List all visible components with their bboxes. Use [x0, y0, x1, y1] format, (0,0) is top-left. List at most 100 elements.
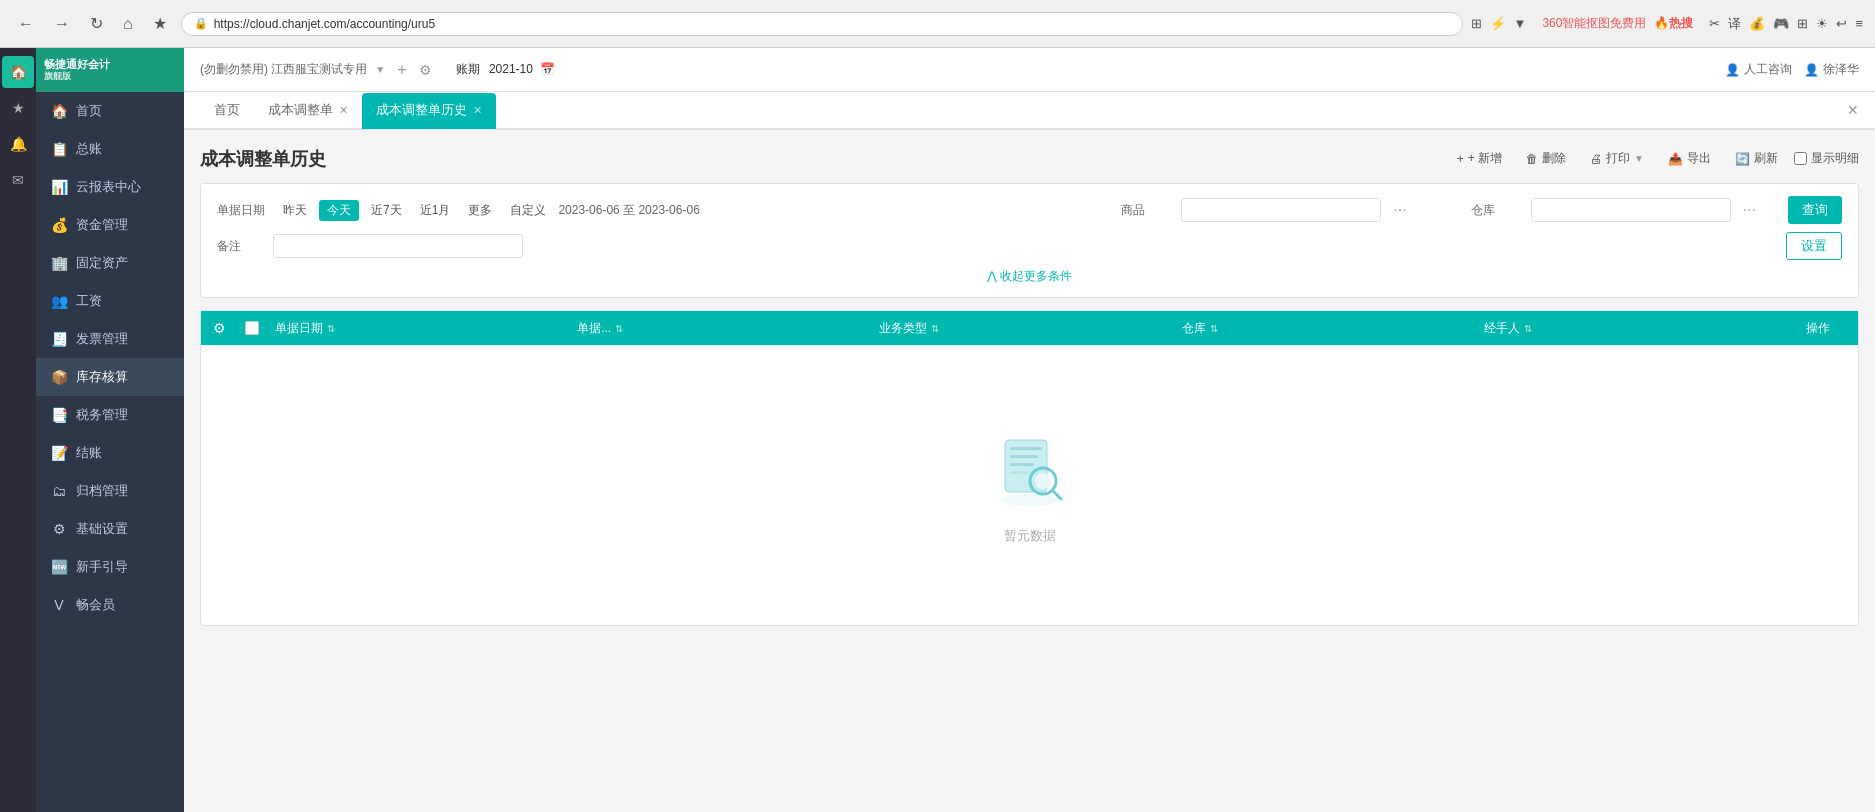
tab-cost-adjust-close[interactable]: ✕: [339, 104, 348, 117]
tab-home[interactable]: 首页: [200, 93, 254, 129]
icon-bar-bell[interactable]: 🔔: [2, 128, 34, 160]
delete-btn[interactable]: 🗑 删除: [1518, 146, 1574, 171]
refresh-btn[interactable]: 🔄 刷新: [1727, 146, 1786, 171]
refresh-btn-label: 刷新: [1754, 150, 1778, 167]
th-doc[interactable]: 单据... ⇅: [569, 320, 871, 337]
sidebar-item-home[interactable]: 🏠 首页: [36, 92, 184, 130]
menu-icon[interactable]: ≡: [1855, 16, 1863, 31]
yesterday-btn[interactable]: 昨天: [277, 200, 313, 221]
th-settings[interactable]: ⚙: [201, 319, 237, 337]
new-btn[interactable]: + + 新增: [1449, 146, 1510, 171]
goods-dots[interactable]: ···: [1393, 201, 1406, 219]
tab-cost-adjust[interactable]: 成本调整单 ✕: [254, 93, 362, 129]
sidebar-item-tax[interactable]: 📑 税务管理: [36, 396, 184, 434]
sidebar-item-member[interactable]: V 畅会员: [36, 586, 184, 624]
tab-cost-history-close[interactable]: ✕: [473, 104, 482, 117]
calendar-icon[interactable]: 📅: [540, 62, 555, 76]
history-icon[interactable]: ↩: [1836, 16, 1847, 31]
customer-service-btn[interactable]: 👤 人工咨询: [1725, 61, 1792, 78]
sun-icon[interactable]: ☀: [1816, 16, 1828, 31]
th-handler[interactable]: 经手人 ⇅: [1476, 320, 1778, 337]
sidebar-item-reports[interactable]: 📊 云报表中心: [36, 168, 184, 206]
home-button[interactable]: ⌂: [117, 13, 139, 35]
icon-bar-home[interactable]: 🏠: [2, 56, 34, 88]
today-btn[interactable]: 今天: [319, 200, 359, 221]
sidebar-item-settings[interactable]: ⚙ 基础设置: [36, 510, 184, 548]
sidebar-item-invoice[interactable]: 🧾 发票管理: [36, 320, 184, 358]
game-icon[interactable]: 🎮: [1773, 16, 1789, 31]
week-btn[interactable]: 近7天: [365, 200, 408, 221]
query-btn[interactable]: 查询: [1788, 196, 1842, 224]
reload-button[interactable]: ↻: [84, 12, 109, 35]
sidebar-item-closing[interactable]: 📝 结账: [36, 434, 184, 472]
th-biztype[interactable]: 业务类型 ⇅: [871, 320, 1173, 337]
sidebar-item-assets[interactable]: 🏢 固定资产: [36, 244, 184, 282]
goods-input[interactable]: [1181, 198, 1381, 222]
forward-button[interactable]: →: [48, 13, 76, 35]
service-label: 人工咨询: [1744, 61, 1792, 78]
filter-actions: 查询: [1788, 196, 1842, 224]
settings-icon: ⚙: [50, 521, 68, 537]
note-label: 备注: [217, 238, 265, 255]
month-btn[interactable]: 近1月: [414, 200, 457, 221]
display-detail-checkbox[interactable]: 显示明细: [1794, 150, 1859, 167]
top-bar-left: (勿删勿禁用) 江西服宝测试专用 ▼ + ⚙ 账期 2021-10 📅: [200, 61, 555, 79]
settings-gear-icon[interactable]: ⚙: [419, 62, 432, 78]
settings-btn[interactable]: 设置: [1786, 232, 1842, 260]
grid-icon[interactable]: ⊞: [1797, 16, 1808, 31]
sidebar-item-inventory[interactable]: 📦 库存核算: [36, 358, 184, 396]
toolbar-actions: + + 新增 🗑 删除 🖨 打印 ▼ 📤 导出: [1449, 146, 1859, 171]
dropdown-icon[interactable]: ▼: [1514, 16, 1527, 31]
top-bar: (勿删勿禁用) 江西服宝测试专用 ▼ + ⚙ 账期 2021-10 📅 👤 人工…: [184, 48, 1875, 92]
th-date[interactable]: 单据日期 ⇅: [267, 320, 569, 337]
tab-close-all[interactable]: ✕: [1847, 102, 1859, 118]
select-all-checkbox[interactable]: [245, 321, 259, 335]
lightning-icon[interactable]: ⚡: [1490, 16, 1506, 31]
sidebar-logo: 畅捷通好会计 旗舰版: [44, 58, 110, 82]
table-container: ⚙ 单据日期 ⇅ 单据... ⇅ 业务类型 ⇅: [200, 310, 1859, 626]
sidebar-item-archive[interactable]: 🗂 归档管理: [36, 472, 184, 510]
note-input[interactable]: [273, 234, 523, 258]
assets-icon: 🏢: [50, 255, 68, 271]
bookmark-button[interactable]: ★: [147, 12, 173, 35]
sidebar-item-payroll[interactable]: 👥 工资: [36, 282, 184, 320]
export-btn[interactable]: 📤 导出: [1660, 146, 1719, 171]
date-quick-buttons: 昨天 今天 近7天 近1月 更多 自定义 2023-06-06 至 2023-0…: [277, 200, 700, 221]
icon-bar-star[interactable]: ★: [2, 92, 34, 124]
th-warehouse[interactable]: 仓库 ⇅: [1174, 320, 1476, 337]
collapse-btn[interactable]: ⋀ 收起更多条件: [217, 268, 1842, 285]
warehouse-dots[interactable]: ···: [1743, 201, 1756, 219]
lock-icon: 🔒: [194, 17, 208, 30]
address-bar[interactable]: 🔒 https://cloud.chanjet.com/accounting/u…: [181, 12, 1463, 36]
svg-rect-5: [1010, 471, 1030, 474]
print-btn[interactable]: 🖨 打印 ▼: [1582, 146, 1652, 171]
user-avatar[interactable]: 👤 徐泽华: [1804, 61, 1859, 78]
extensions-icon[interactable]: ⊞: [1471, 16, 1482, 31]
gear-settings-icon[interactable]: ⚙: [210, 319, 228, 337]
warehouse-input[interactable]: [1531, 198, 1731, 222]
more-btn[interactable]: 更多: [462, 200, 498, 221]
custom-btn[interactable]: 自定义: [504, 200, 552, 221]
translate-icon[interactable]: 译: [1728, 15, 1741, 33]
date-filter-label: 单据日期: [217, 202, 265, 219]
sidebar-item-finance[interactable]: 💰 资金管理: [36, 206, 184, 244]
sidebar-item-ledger[interactable]: 📋 总账: [36, 130, 184, 168]
wallet-icon[interactable]: 💰: [1749, 16, 1765, 31]
icon-bar-mail[interactable]: ✉: [2, 164, 34, 196]
display-detail-input[interactable]: [1794, 152, 1807, 165]
archive-icon: 🗂: [50, 483, 68, 499]
tab-cost-history[interactable]: 成本调整单历史 ✕: [362, 93, 496, 129]
dropdown-arrow-company[interactable]: ▼: [375, 64, 385, 75]
add-company-btn[interactable]: +: [397, 61, 406, 79]
filter-area: 单据日期 昨天 今天 近7天 近1月 更多 自定义 2023-06-06 至 2…: [200, 183, 1859, 298]
back-button[interactable]: ←: [12, 13, 40, 35]
guide-icon: 🆕: [50, 559, 68, 575]
cut-icon[interactable]: ✂: [1709, 16, 1720, 31]
th-checkbox[interactable]: [237, 321, 267, 335]
browser-actions: ⊞ ⚡ ▼ 360智能抠图免费用 🔥热搜 ✂ 译 💰 🎮 ⊞ ☀ ↩ ≡: [1471, 15, 1864, 33]
period-value: 2021-10: [489, 62, 533, 76]
sidebar-item-guide[interactable]: 🆕 新手引导: [36, 548, 184, 586]
sidebar-nav: 🏠 首页 📋 总账 📊 云报表中心 💰 资金管理 🏢 固定资产 👥 工资: [36, 92, 184, 812]
th-date-sort: ⇅: [327, 323, 335, 334]
sidebar-item-inventory-label: 库存核算: [76, 368, 128, 386]
